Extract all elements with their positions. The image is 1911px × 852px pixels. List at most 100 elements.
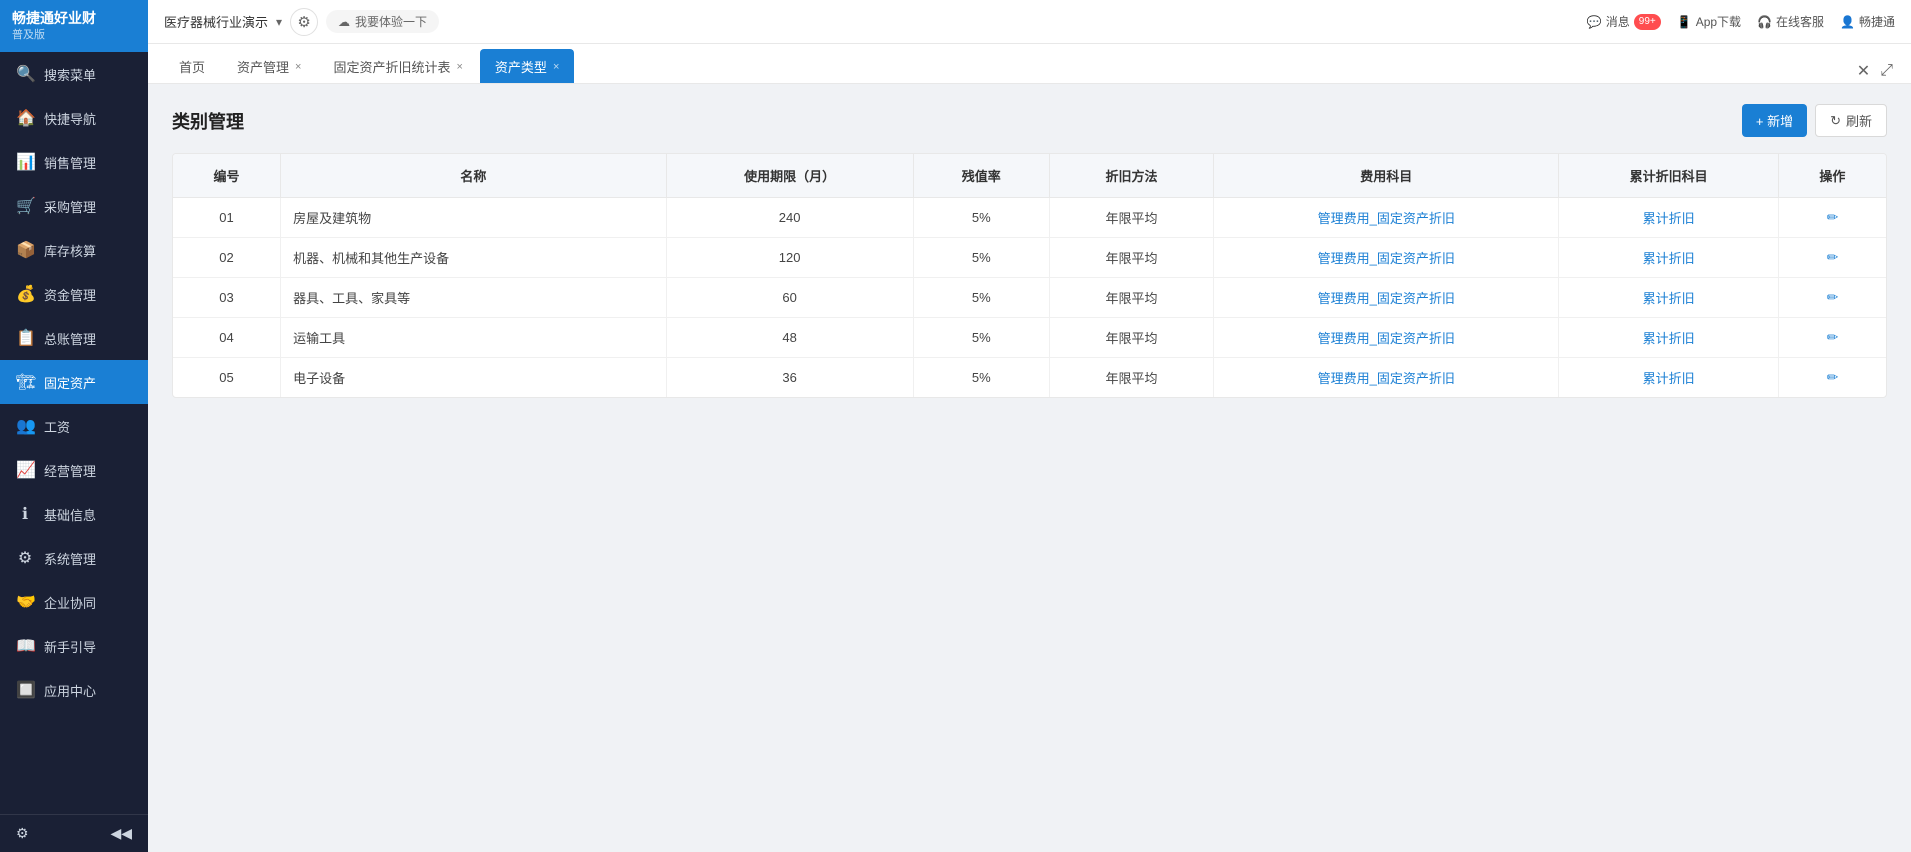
sidebar-item-search[interactable]: 🔍 搜索菜单 xyxy=(0,52,148,96)
dropdown-arrow[interactable]: ▾ xyxy=(276,15,282,29)
sidebar-item-fixed-assets[interactable]: 🏗 固定资产 xyxy=(0,360,148,404)
sidebar-item-label: 应用中心 xyxy=(44,681,96,700)
cell-fee-subject: 管理费用_固定资产折旧 xyxy=(1213,238,1559,278)
cart-icon: 🛒 xyxy=(16,196,34,216)
cell-action: ✏ xyxy=(1778,198,1886,238)
main-area: 医疗器械行业演示 ▾ ⚙ ☁ 我要体验一下 💬 消息 99+ 📱 App下载 🎧… xyxy=(148,0,1911,852)
sidebar-item-funds[interactable]: 💰 资金管理 xyxy=(0,272,148,316)
sidebar-item-label: 总账管理 xyxy=(44,329,96,348)
tab-asset-mgmt[interactable]: 资产管理 × xyxy=(222,49,316,83)
message-icon: 💬 xyxy=(1587,15,1602,29)
edit-icon[interactable]: ✏ xyxy=(1827,369,1839,385)
sidebar-item-quicknav[interactable]: 🏠 快捷导航 xyxy=(0,96,148,140)
edit-icon[interactable]: ✏ xyxy=(1827,249,1839,265)
table-header-row: 编号 名称 使用期限（月） 残值率 折旧方法 费用科目 累计折旧科目 操作 xyxy=(173,154,1886,198)
cell-acc-subject: 累计折旧 xyxy=(1559,238,1778,278)
col-header-fee: 费用科目 xyxy=(1213,154,1559,198)
tab-home[interactable]: 首页 xyxy=(164,49,220,83)
sidebar-item-guide[interactable]: 📖 新手引导 xyxy=(0,624,148,668)
sidebar-item-enterprise[interactable]: 🤝 企业协同 xyxy=(0,580,148,624)
handshake-icon: 🤝 xyxy=(16,592,34,612)
tab-expand-button[interactable]: ⤢ xyxy=(1878,60,1895,82)
messages-button[interactable]: 💬 消息 99+ xyxy=(1587,13,1661,30)
topbar-right: 💬 消息 99+ 📱 App下载 🎧 在线客服 👤 畅捷通 xyxy=(1587,13,1895,30)
cell-method: 年限平均 xyxy=(1049,278,1213,318)
refresh-button[interactable]: ↻ 刷新 xyxy=(1815,104,1887,137)
cell-residual: 5% xyxy=(913,198,1049,238)
company-name: 医疗器械行业演示 xyxy=(164,12,268,31)
sidebar-item-label: 企业协同 xyxy=(44,593,96,612)
trial-button[interactable]: ☁ 我要体验一下 xyxy=(326,10,439,33)
cell-name: 运输工具 xyxy=(281,318,667,358)
customer-service-button[interactable]: 🎧 在线客服 xyxy=(1757,13,1824,30)
cell-residual: 5% xyxy=(913,238,1049,278)
sidebar-item-label: 采购管理 xyxy=(44,197,96,216)
user-label: 畅捷通 xyxy=(1859,13,1895,30)
cell-method: 年限平均 xyxy=(1049,238,1213,278)
app-name: 畅捷通好业财 xyxy=(12,10,96,27)
edit-icon[interactable]: ✏ xyxy=(1827,329,1839,345)
refresh-icon: ↻ xyxy=(1830,113,1841,129)
cell-months: 60 xyxy=(666,278,913,318)
messages-badge: 99+ xyxy=(1634,14,1661,30)
cell-action: ✏ xyxy=(1778,358,1886,398)
cell-name: 机器、机械和其他生产设备 xyxy=(281,238,667,278)
refresh-label: 刷新 xyxy=(1846,111,1872,130)
tab-close-button[interactable]: ✕ xyxy=(1855,59,1872,83)
trial-label: 我要体验一下 xyxy=(355,13,427,30)
user-button[interactable]: 👤 畅捷通 xyxy=(1840,13,1895,30)
tab-depreciation[interactable]: 固定资产折旧统计表 × xyxy=(318,49,477,83)
page-title: 类别管理 xyxy=(172,108,244,134)
cell-code: 02 xyxy=(173,238,281,278)
sidebar-item-inventory[interactable]: 📦 库存核算 xyxy=(0,228,148,272)
cell-fee-subject: 管理费用_固定资产折旧 xyxy=(1213,318,1559,358)
sidebar-item-sales[interactable]: 📊 销售管理 xyxy=(0,140,148,184)
tab-asset-type[interactable]: 资产类型 × xyxy=(480,49,574,83)
fixed-assets-icon: 🏗 xyxy=(16,372,34,392)
app-download-button[interactable]: 📱 App下载 xyxy=(1677,13,1741,30)
tabs-bar: 首页 资产管理 × 固定资产折旧统计表 × 资产类型 × ✕ ⤢ xyxy=(148,44,1911,84)
cell-action: ✏ xyxy=(1778,238,1886,278)
sidebar-item-operations[interactable]: 📈 经营管理 xyxy=(0,448,148,492)
cell-months: 240 xyxy=(666,198,913,238)
cell-residual: 5% xyxy=(913,358,1049,398)
sidebar-item-label: 工资 xyxy=(44,417,70,436)
topbar: 医疗器械行业演示 ▾ ⚙ ☁ 我要体验一下 💬 消息 99+ 📱 App下载 🎧… xyxy=(148,0,1911,44)
sidebar-item-label: 快捷导航 xyxy=(44,109,96,128)
sidebar-item-label: 新手引导 xyxy=(44,637,96,656)
cell-action: ✏ xyxy=(1778,278,1886,318)
edit-icon[interactable]: ✏ xyxy=(1827,289,1839,305)
settings-button[interactable]: ⚙ xyxy=(290,8,318,36)
collapse-icon[interactable]: ◀◀ xyxy=(110,825,132,842)
sidebar-item-ledger[interactable]: 📋 总账管理 xyxy=(0,316,148,360)
cell-method: 年限平均 xyxy=(1049,358,1213,398)
sidebar-item-app-center[interactable]: 🔲 应用中心 xyxy=(0,668,148,712)
cell-action: ✏ xyxy=(1778,318,1886,358)
book-icon: 📖 xyxy=(16,636,34,656)
cell-fee-subject: 管理费用_固定资产折旧 xyxy=(1213,198,1559,238)
col-header-residual: 残值率 xyxy=(913,154,1049,198)
sidebar-item-basic-info[interactable]: ℹ 基础信息 xyxy=(0,492,148,536)
tab-depreciation-close[interactable]: × xyxy=(456,61,462,73)
sidebar-item-purchase[interactable]: 🛒 采购管理 xyxy=(0,184,148,228)
sidebar-item-label: 经营管理 xyxy=(44,461,96,480)
cell-name: 房屋及建筑物 xyxy=(281,198,667,238)
cell-code: 03 xyxy=(173,278,281,318)
sidebar-item-label: 销售管理 xyxy=(44,153,96,172)
app-download-label: App下载 xyxy=(1696,13,1741,30)
col-header-action: 操作 xyxy=(1778,154,1886,198)
cell-acc-subject: 累计折旧 xyxy=(1559,198,1778,238)
new-button[interactable]: + 新增 xyxy=(1742,104,1807,137)
settings-icon[interactable]: ⚙ xyxy=(16,825,29,842)
edit-icon[interactable]: ✏ xyxy=(1827,209,1839,225)
tab-asset-type-close[interactable]: × xyxy=(553,61,559,73)
box-icon: 📦 xyxy=(16,240,34,260)
search-icon: 🔍 xyxy=(16,64,34,84)
operations-icon: 📈 xyxy=(16,460,34,480)
tab-asset-mgmt-close[interactable]: × xyxy=(295,61,301,73)
sidebar-item-label: 库存核算 xyxy=(44,241,96,260)
info-icon: ℹ xyxy=(16,504,34,524)
sidebar-item-system[interactable]: ⚙ 系统管理 xyxy=(0,536,148,580)
cell-acc-subject: 累计折旧 xyxy=(1559,358,1778,398)
sidebar-item-payroll[interactable]: 👥 工资 xyxy=(0,404,148,448)
